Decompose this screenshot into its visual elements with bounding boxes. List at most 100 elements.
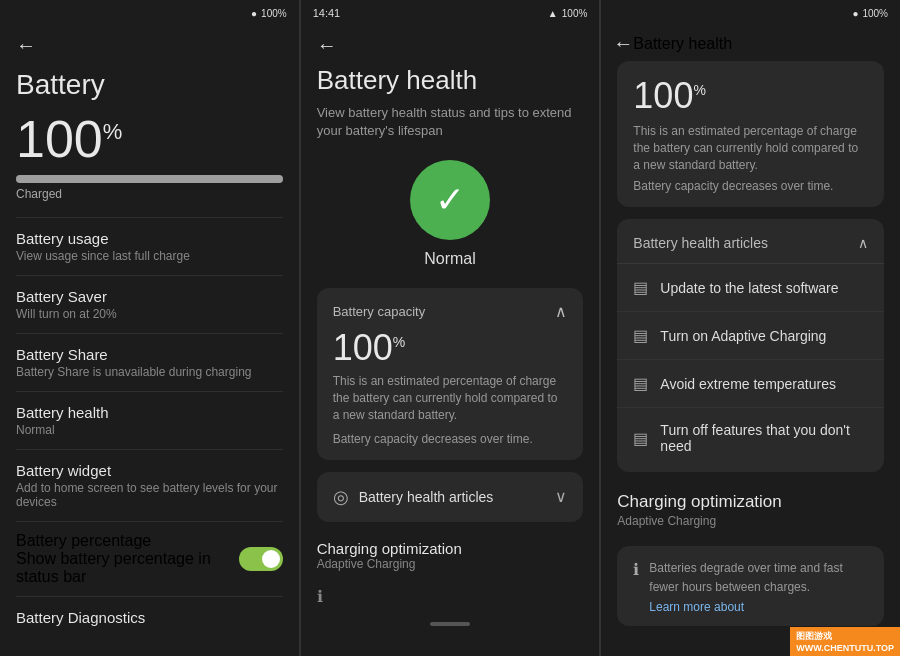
menu-item-usage-subtitle: View usage since last full charge <box>16 249 283 263</box>
article-text-2: Avoid extreme temperatures <box>660 376 836 392</box>
menu-item-percentage[interactable]: Battery percentage Show battery percenta… <box>16 522 283 596</box>
menu-item-diagnostics-title: Battery Diagnostics <box>16 609 283 626</box>
charging-opt-title-3: Charging optimization <box>617 492 884 512</box>
signal-icon-3: ● <box>852 8 858 19</box>
status-icons-1: ● 100% <box>251 8 287 19</box>
menu-item-health-title: Battery health <box>16 404 283 421</box>
article-doc-icon-2: ▤ <box>633 374 648 393</box>
article-doc-icon-1: ▤ <box>633 326 648 345</box>
status-icons-3: ● 100% <box>852 8 888 19</box>
menu-item-saver[interactable]: Battery Saver Will turn on at 20% <box>16 276 283 333</box>
articles-section-title: Battery health articles <box>633 235 768 251</box>
menu-item-share[interactable]: Battery Share Battery Share is unavailab… <box>16 334 283 391</box>
menu-item-usage-title: Battery usage <box>16 230 283 247</box>
page-subtitle-2: View battery health status and tips to e… <box>317 104 584 140</box>
status-bar-2: 14:41 ▲ 100% <box>301 0 600 26</box>
back-button-3[interactable]: ← <box>613 32 633 55</box>
article-doc-icon-0: ▤ <box>633 278 648 297</box>
screen2-content: Battery health View battery health statu… <box>301 65 600 656</box>
check-mark-icon: ✓ <box>435 179 465 221</box>
charging-section: Charging optimization Adaptive Charging <box>617 484 884 546</box>
menu-item-widget-title: Battery widget <box>16 462 283 479</box>
page-title-2: Battery health <box>317 65 584 96</box>
health-status-icon: ✓ <box>410 160 490 240</box>
health-status-label: Normal <box>317 250 584 268</box>
capacity-card-chevron: ∧ <box>555 302 567 321</box>
battery-progress-fill <box>16 175 283 183</box>
article-item-3[interactable]: ▤ Turn off features that you don't need <box>617 408 884 468</box>
menu-item-health-subtitle: Normal <box>16 423 283 437</box>
toolbar-3: ← Battery health <box>601 26 900 61</box>
info-icon-2: ℹ <box>317 587 323 606</box>
screen1-battery: ● 100% ← Battery 100% Charged Battery us… <box>0 0 299 656</box>
battery-icon-2: 100% <box>562 8 588 19</box>
screen3-header-note: Battery capacity decreases over time. <box>633 179 868 193</box>
menu-item-health[interactable]: Battery health Normal <box>16 392 283 449</box>
capacity-percent: 100% <box>333 327 568 369</box>
info-row-2: ℹ <box>317 577 584 616</box>
screen3-content: 100% This is an estimated percentage of … <box>601 61 900 656</box>
screen2-battery-health: 14:41 ▲ 100% ← Battery health View batte… <box>299 0 602 656</box>
capacity-note: Battery capacity decreases over time. <box>333 432 568 446</box>
article-text-0: Update to the latest software <box>660 280 838 296</box>
status-bar-3: ● 100% <box>601 0 900 26</box>
back-button-2[interactable]: ← <box>317 34 337 57</box>
battery-percent-1: 100% <box>16 113 283 165</box>
menu-item-share-title: Battery Share <box>16 346 283 363</box>
battery-icon-3: 100% <box>862 8 888 19</box>
toolbar-title-3: Battery health <box>633 35 732 53</box>
battery-icon: 100% <box>261 8 287 19</box>
article-doc-icon-3: ▤ <box>633 429 648 448</box>
screen3-header-percent: 100% <box>633 75 868 117</box>
watermark: 图图游戏WWW.CHENTUTU.TOP <box>790 627 900 656</box>
menu-item-diagnostics[interactable]: Battery Diagnostics <box>16 597 283 638</box>
menu-item-share-subtitle: Battery Share is unavailable during char… <box>16 365 283 379</box>
status-time-2: 14:41 <box>313 7 341 19</box>
back-button-1[interactable]: ← <box>16 34 36 57</box>
articles-icon: ◎ <box>333 486 349 508</box>
menu-item-saver-subtitle: Will turn on at 20% <box>16 307 283 321</box>
toolbar-2: ← <box>301 26 600 65</box>
info-card-3: ℹ Batteries degrade over time and fast f… <box>617 546 884 626</box>
articles-section-header[interactable]: Battery health articles ∧ <box>617 223 884 264</box>
articles-section: Battery health articles ∧ ▤ Update to th… <box>617 219 884 472</box>
capacity-description: This is an estimated percentage of charg… <box>333 373 568 423</box>
menu-item-percentage-subtitle: Show battery percentage in status bar <box>16 550 239 586</box>
capacity-card-title: Battery capacity <box>333 304 426 319</box>
toolbar-1: ← <box>0 26 299 65</box>
battery-percentage-toggle[interactable] <box>239 547 283 571</box>
learn-more-link[interactable]: Learn more about <box>649 600 868 614</box>
screen1-content: Battery 100% Charged Battery usage View … <box>0 65 299 656</box>
screen3-header-card: 100% This is an estimated percentage of … <box>617 61 884 207</box>
charging-opt-subtitle: Adaptive Charging <box>317 557 584 571</box>
articles-collapse-icon: ∧ <box>858 235 868 251</box>
status-bar-1: ● 100% <box>0 0 299 26</box>
article-item-2[interactable]: ▤ Avoid extreme temperatures <box>617 360 884 408</box>
screen3-articles: ● 100% ← Battery health 100% This is an … <box>601 0 900 656</box>
info-card-text: Batteries degrade over time and fast few… <box>649 561 842 594</box>
home-indicator-2 <box>430 622 470 626</box>
menu-item-widget-subtitle: Add to home screen to see battery levels… <box>16 481 283 509</box>
charging-optimization[interactable]: Charging optimization Adaptive Charging <box>317 534 584 577</box>
screen3-header-desc: This is an estimated percentage of charg… <box>633 123 868 173</box>
article-item-0[interactable]: ▤ Update to the latest software <box>617 264 884 312</box>
info-icon-3: ℹ <box>633 560 639 579</box>
menu-item-saver-title: Battery Saver <box>16 288 283 305</box>
wifi-icon-2: ▲ <box>548 8 558 19</box>
page-title-1: Battery <box>16 65 283 105</box>
menu-item-usage[interactable]: Battery usage View usage since last full… <box>16 218 283 275</box>
charging-opt-subtitle-3: Adaptive Charging <box>617 514 884 528</box>
signal-icon: ● <box>251 8 257 19</box>
charged-label: Charged <box>16 187 283 201</box>
menu-item-widget[interactable]: Battery widget Add to home screen to see… <box>16 450 283 521</box>
article-text-3: Turn off features that you don't need <box>660 422 868 454</box>
articles-chevron-icon: ∨ <box>555 487 567 506</box>
article-text-1: Turn on Adaptive Charging <box>660 328 826 344</box>
article-item-1[interactable]: ▤ Turn on Adaptive Charging <box>617 312 884 360</box>
menu-item-percentage-title: Battery percentage <box>16 532 239 550</box>
articles-card[interactable]: ◎ Battery health articles ∨ <box>317 472 584 522</box>
battery-progress-bar <box>16 175 283 183</box>
status-icons-2: ▲ 100% <box>548 8 587 19</box>
battery-capacity-card[interactable]: Battery capacity ∧ 100% This is an estim… <box>317 288 584 459</box>
charging-opt-title: Charging optimization <box>317 540 584 557</box>
